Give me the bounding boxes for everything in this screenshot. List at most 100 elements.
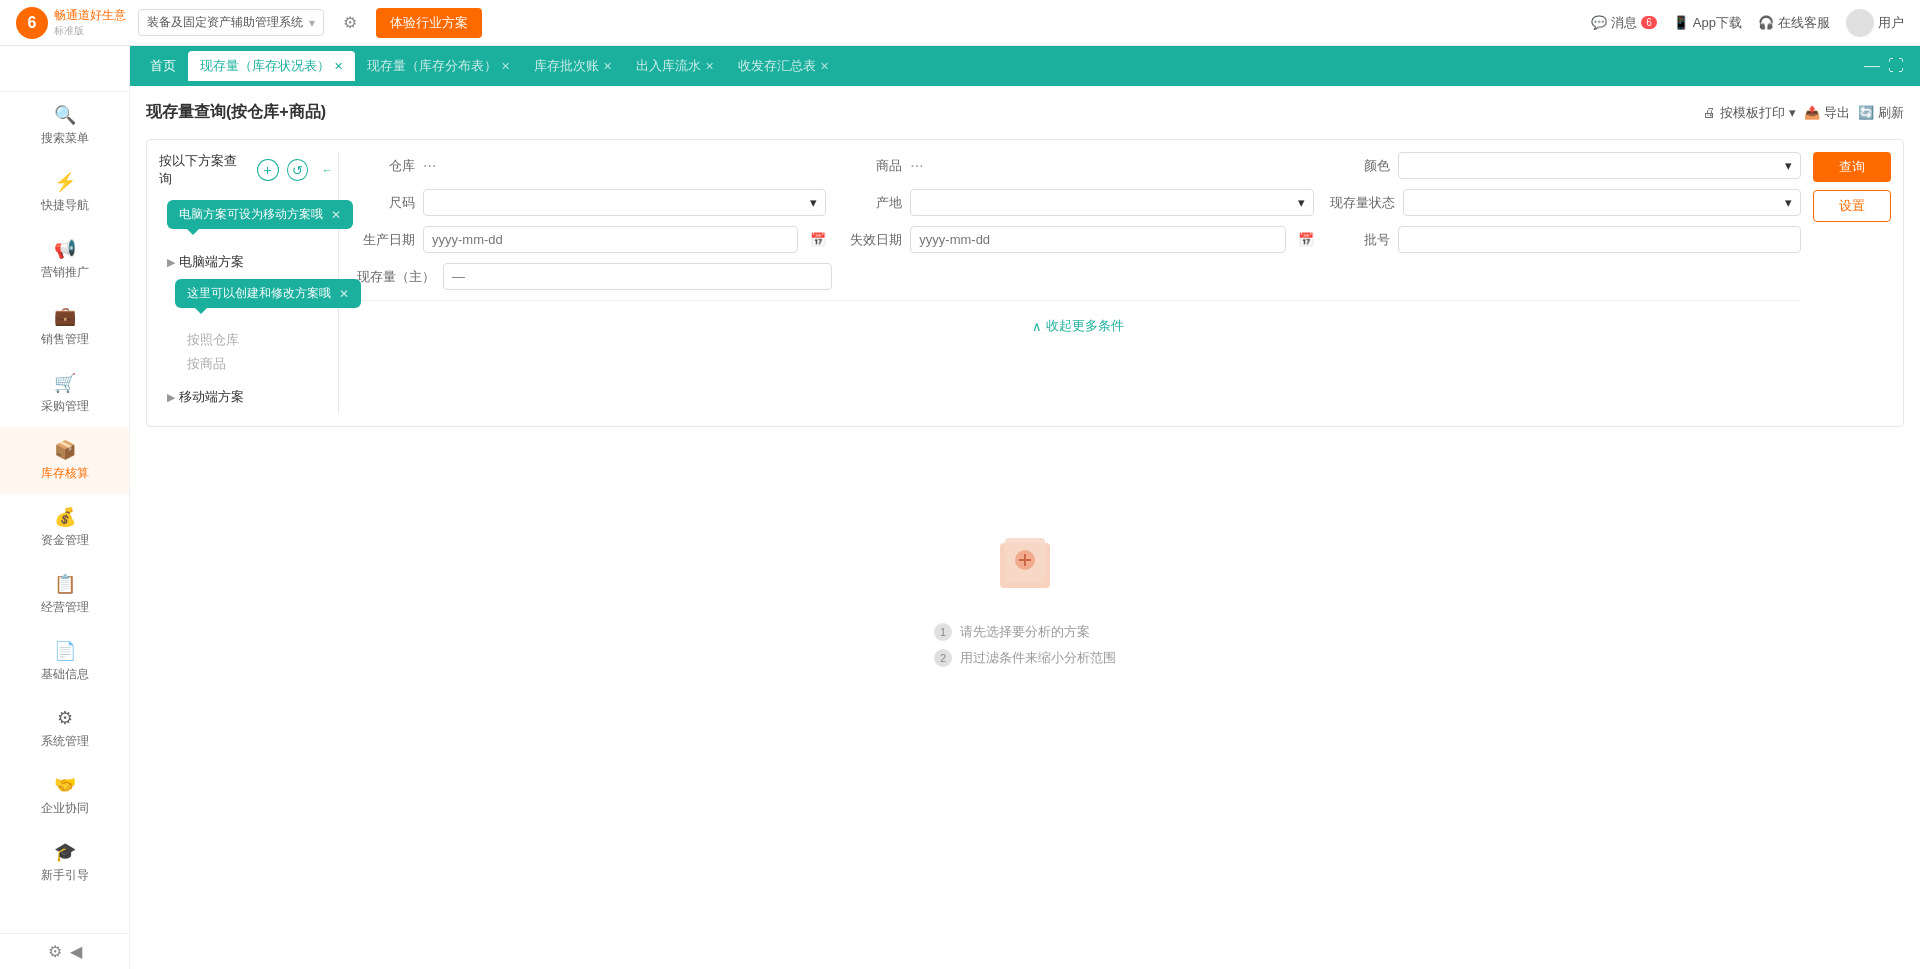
sidebar-item-quick-nav[interactable]: ⚡ 快捷导航: [0, 159, 129, 226]
lightning-icon: ⚡: [54, 171, 76, 193]
sidebar-item-guide[interactable]: 🎓 新手引导: [0, 829, 129, 896]
filter-left-panel: 按以下方案查询 + ↺ ← 电脑方案可设为移动方案哦 ✕: [159, 152, 339, 414]
search-icon: 🔍: [54, 104, 76, 126]
inventory-qty-min-input[interactable]: [443, 263, 832, 290]
chevron-down-icon: ▶: [167, 256, 175, 269]
gear-icon: ⚙: [57, 707, 73, 729]
export-button[interactable]: 📤 导出: [1804, 104, 1850, 122]
megaphone-icon: 📢: [54, 238, 76, 260]
tab-close-collect-summary[interactable]: ✕: [820, 60, 829, 73]
search-button[interactable]: 查询: [1813, 152, 1891, 182]
scheme-group-mobile: ▶ 移动端方案: [159, 384, 338, 410]
filter-row-2: 尺码 ▾ 产地 ▾: [355, 189, 1801, 216]
sidebar-item-marketing[interactable]: 📢 营销推广: [0, 226, 129, 293]
tab-close-batch-account[interactable]: ✕: [603, 60, 612, 73]
sidebar-item-enterprise[interactable]: 🤝 企业协同: [0, 762, 129, 829]
tab-bar: 首页 现存量（库存状况表） ✕ 现存量（库存分布表） ✕ 库存批次账 ✕ 出入库…: [130, 46, 1920, 86]
sidebar-settings-icon[interactable]: ⚙: [48, 942, 62, 961]
tab-inventory-status[interactable]: 现存量（库存状况表） ✕: [188, 51, 355, 81]
refresh-scheme-button[interactable]: ↺: [287, 159, 309, 181]
scheme-item-goods[interactable]: 按商品: [179, 352, 338, 376]
add-scheme-button[interactable]: +: [257, 159, 279, 181]
scheme-item-warehouse[interactable]: 按照仓库: [179, 328, 338, 352]
tab-close-inventory-status[interactable]: ✕: [334, 60, 343, 73]
graduation-icon: 🎓: [54, 841, 76, 863]
scheme-group-desktop-header[interactable]: ▶ 电脑端方案: [159, 249, 338, 275]
refresh-button[interactable]: 🔄 刷新: [1858, 104, 1904, 122]
expiry-date-calendar-icon[interactable]: 📅: [1298, 232, 1314, 247]
filter-header: 按以下方案查询 + ↺ ←: [159, 152, 338, 188]
filter-field-origin: 产地 ▾: [842, 189, 1313, 216]
size-select[interactable]: ▾: [423, 189, 826, 216]
logo-icon: 6: [16, 7, 48, 39]
sidebar-collapse-icon[interactable]: ◀: [70, 942, 82, 961]
filter-row-4: 现存量（主）: [355, 263, 1801, 290]
settings-button[interactable]: ⚙: [336, 9, 364, 37]
filter-row-1: 仓库 ··· 商品 ··· 颜色: [355, 152, 1801, 179]
scheme-group-desktop: ▶ 电脑端方案: [159, 249, 338, 275]
sidebar-bottom: ⚙ ◀: [0, 933, 129, 969]
expiry-date-input[interactable]: [910, 226, 1285, 253]
tab-maximize-icon[interactable]: ⛶: [1888, 57, 1904, 75]
sidebar-logo-area: [0, 46, 129, 92]
sidebar-item-finance[interactable]: 💰 资金管理: [0, 494, 129, 561]
user-profile[interactable]: 用户: [1846, 9, 1904, 37]
tab-inventory-dist[interactable]: 现存量（库存分布表） ✕: [355, 51, 522, 81]
sidebar-item-inventory[interactable]: 📦 库存核算: [0, 427, 129, 494]
goods-dots-button[interactable]: ···: [910, 157, 923, 175]
tooltip2-close-button[interactable]: ✕: [339, 287, 349, 301]
collapse-conditions-button[interactable]: ∧ 收起更多条件: [355, 309, 1801, 343]
production-date-input[interactable]: [423, 226, 798, 253]
empty-tip-1: 1 请先选择要分析的方案: [934, 623, 1116, 641]
filter-row-3: 生产日期 📅 失效日期 📅 批号: [355, 226, 1801, 253]
sidebar-item-search-menu[interactable]: 🔍 搜索菜单: [0, 92, 129, 159]
export-icon: 📤: [1804, 105, 1820, 120]
origin-select[interactable]: ▾: [910, 189, 1313, 216]
inventory-status-select[interactable]: ▾: [1403, 189, 1801, 216]
tab-close-inventory-dist[interactable]: ✕: [501, 60, 510, 73]
logo-text: 畅通道好生意 标准版: [54, 8, 126, 37]
system-selector[interactable]: 装备及固定资产辅助管理系统 ▾: [138, 9, 324, 36]
messages-button[interactable]: 💬 消息 6: [1591, 14, 1657, 32]
headset-icon: 🎧: [1758, 15, 1774, 30]
tab-close-inout-flow[interactable]: ✕: [705, 60, 714, 73]
batch-no-input[interactable]: [1398, 226, 1801, 253]
tab-collect-summary[interactable]: 收发存汇总表 ✕: [726, 51, 841, 81]
page-title: 现存量查询(按仓库+商品): [146, 102, 326, 123]
inv-status-dropdown-icon: ▾: [1785, 195, 1792, 210]
tab-inout-flow[interactable]: 出入库流水 ✕: [624, 51, 726, 81]
trial-button[interactable]: 体验行业方案: [376, 8, 482, 38]
tab-home[interactable]: 首页: [138, 51, 188, 81]
reset-button[interactable]: 设置: [1813, 190, 1891, 222]
money-icon: 💰: [54, 506, 76, 528]
tab-batch-account[interactable]: 库存批次账 ✕: [522, 51, 624, 81]
scheme-group-mobile-header[interactable]: ▶ 移动端方案: [159, 384, 338, 410]
tab-minimize-icon[interactable]: —: [1864, 57, 1880, 75]
production-date-calendar-icon[interactable]: 📅: [810, 232, 826, 247]
filter-field-expiry-date: 失效日期 📅: [842, 226, 1313, 253]
empty-tip-2: 2 用过滤条件来缩小分析范围: [934, 649, 1116, 667]
filter-field-size: 尺码 ▾: [355, 189, 826, 216]
tooltip1-close-button[interactable]: ✕: [331, 208, 341, 222]
sidebar-item-purchase[interactable]: 🛒 采购管理: [0, 360, 129, 427]
app-download-button[interactable]: 📱 App下载: [1673, 14, 1742, 32]
tooltip-desktop-scheme: 电脑方案可设为移动方案哦 ✕: [167, 200, 353, 229]
sidebar-item-system[interactable]: ⚙ 系统管理: [0, 695, 129, 762]
sidebar-item-operations[interactable]: 📋 经营管理: [0, 561, 129, 628]
message-badge: 6: [1641, 16, 1657, 29]
size-dropdown-icon: ▾: [810, 195, 817, 210]
box-icon: 📦: [54, 439, 76, 461]
color-dropdown-icon: ▾: [1785, 158, 1792, 173]
handshake-icon: 🤝: [54, 774, 76, 796]
avatar: [1846, 9, 1874, 37]
back-scheme-button[interactable]: ←: [316, 159, 338, 181]
sidebar-item-basic-info[interactable]: 📄 基础信息: [0, 628, 129, 695]
color-select[interactable]: ▾: [1398, 152, 1801, 179]
online-service-button[interactable]: 🎧 在线客服: [1758, 14, 1830, 32]
warehouse-dots-button[interactable]: ···: [423, 157, 436, 175]
header-actions: 🖨 按模板打印 ▾ 📤 导出 🔄 刷新: [1703, 104, 1904, 122]
template-print-button[interactable]: 🖨 按模板打印 ▾: [1703, 104, 1796, 122]
sidebar-item-sales[interactable]: 💼 销售管理: [0, 293, 129, 360]
top-bar-left: 6 畅通道好生意 标准版 装备及固定资产辅助管理系统 ▾ ⚙ 体验行业方案: [16, 7, 482, 39]
print-dropdown-icon: ▾: [1789, 105, 1796, 120]
